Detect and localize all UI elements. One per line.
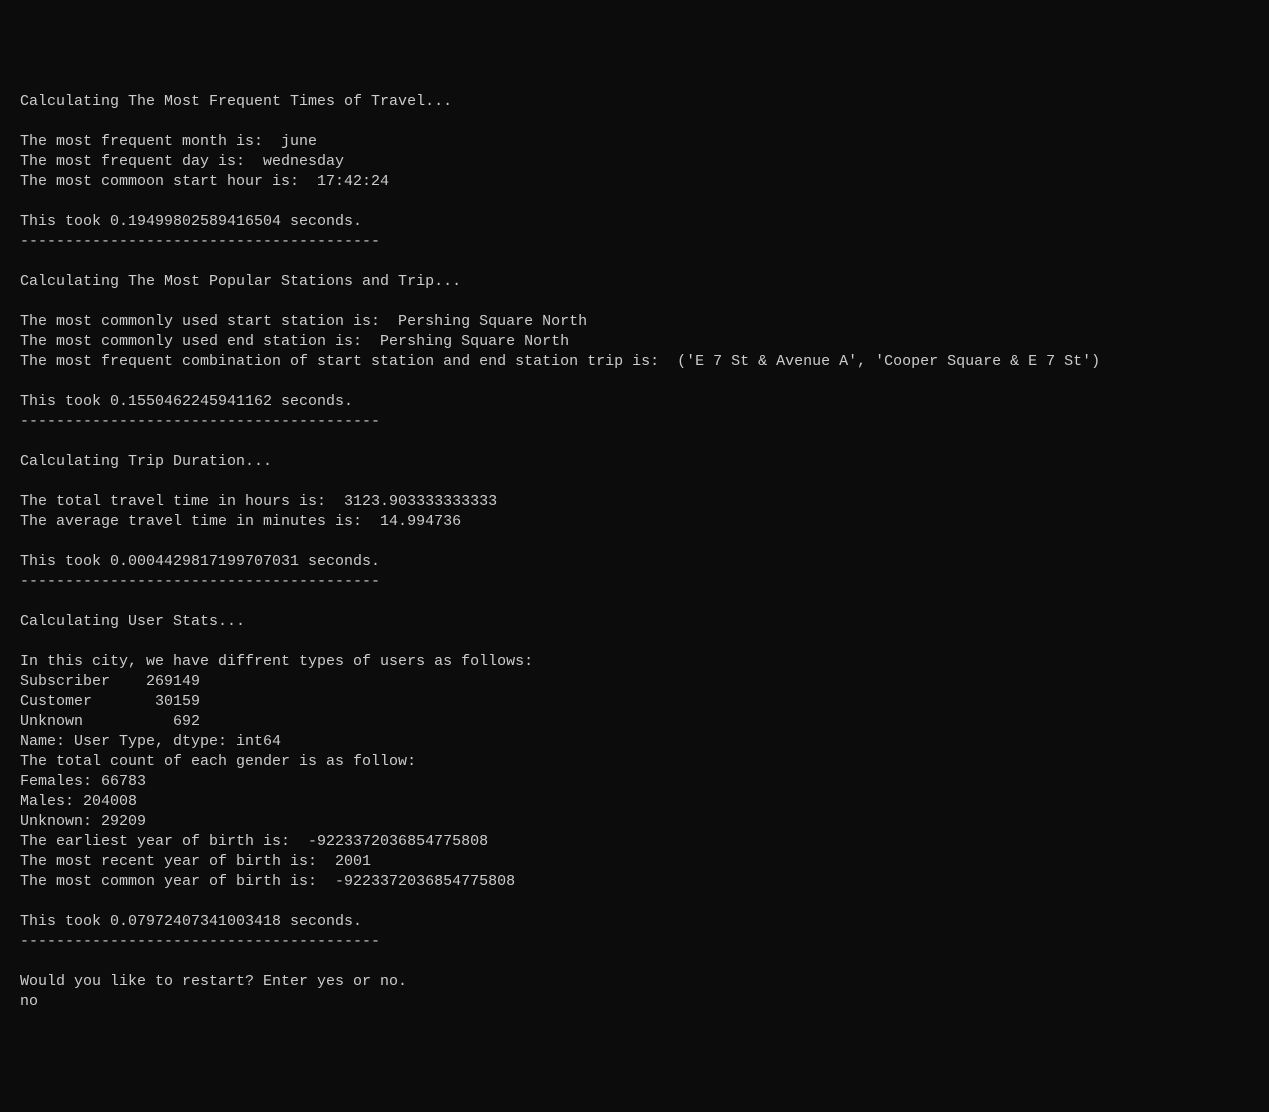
output-line: Customer 30159: [20, 692, 1249, 712]
timing-line: This took 0.1550462245941162 seconds.: [20, 392, 1249, 412]
timing-line: This took 0.07972407341003418 seconds.: [20, 912, 1249, 932]
output-line: The total count of each gender is as fol…: [20, 752, 1249, 772]
output-line: The most commonly used start station is:…: [20, 312, 1249, 332]
output-line: The most frequent combination of start s…: [20, 352, 1249, 372]
prompt-question: Would you like to restart? Enter yes or …: [20, 972, 1249, 992]
output-line: Unknown 692: [20, 712, 1249, 732]
terminal-output[interactable]: Calculating The Most Frequent Times of T…: [20, 92, 1249, 1012]
blank-line: [20, 192, 1249, 212]
section-header: Calculating Trip Duration...: [20, 452, 1249, 472]
user-input-line[interactable]: no: [20, 992, 1249, 1012]
output-line: Subscriber 269149: [20, 672, 1249, 692]
output-line: The most recent year of birth is: 2001: [20, 852, 1249, 872]
output-line: The most frequent month is: june: [20, 132, 1249, 152]
output-line: The average travel time in minutes is: 1…: [20, 512, 1249, 532]
output-line: Name: User Type, dtype: int64: [20, 732, 1249, 752]
output-line: The earliest year of birth is: -92233720…: [20, 832, 1249, 852]
output-line: The most commoon start hour is: 17:42:24: [20, 172, 1249, 192]
blank-line: [20, 112, 1249, 132]
blank-line: [20, 632, 1249, 652]
output-line: In this city, we have diffrent types of …: [20, 652, 1249, 672]
blank-line: [20, 292, 1249, 312]
blank-line: [20, 952, 1249, 972]
section-header: Calculating User Stats...: [20, 612, 1249, 632]
divider-line: ----------------------------------------: [20, 572, 1249, 592]
blank-line: [20, 592, 1249, 612]
blank-line: [20, 252, 1249, 272]
blank-line: [20, 432, 1249, 452]
divider-line: ----------------------------------------: [20, 412, 1249, 432]
blank-line: [20, 892, 1249, 912]
divider-line: ----------------------------------------: [20, 932, 1249, 952]
timing-line: This took 0.0004429817199707031 seconds.: [20, 552, 1249, 572]
section-header: Calculating The Most Frequent Times of T…: [20, 92, 1249, 112]
output-line: Females: 66783: [20, 772, 1249, 792]
timing-line: This took 0.19499802589416504 seconds.: [20, 212, 1249, 232]
section-header: Calculating The Most Popular Stations an…: [20, 272, 1249, 292]
blank-line: [20, 472, 1249, 492]
blank-line: [20, 372, 1249, 392]
output-line: The total travel time in hours is: 3123.…: [20, 492, 1249, 512]
divider-line: ----------------------------------------: [20, 232, 1249, 252]
output-line: The most frequent day is: wednesday: [20, 152, 1249, 172]
output-line: Males: 204008: [20, 792, 1249, 812]
output-line: The most common year of birth is: -92233…: [20, 872, 1249, 892]
blank-line: [20, 532, 1249, 552]
output-line: The most commonly used end station is: P…: [20, 332, 1249, 352]
output-line: Unknown: 29209: [20, 812, 1249, 832]
